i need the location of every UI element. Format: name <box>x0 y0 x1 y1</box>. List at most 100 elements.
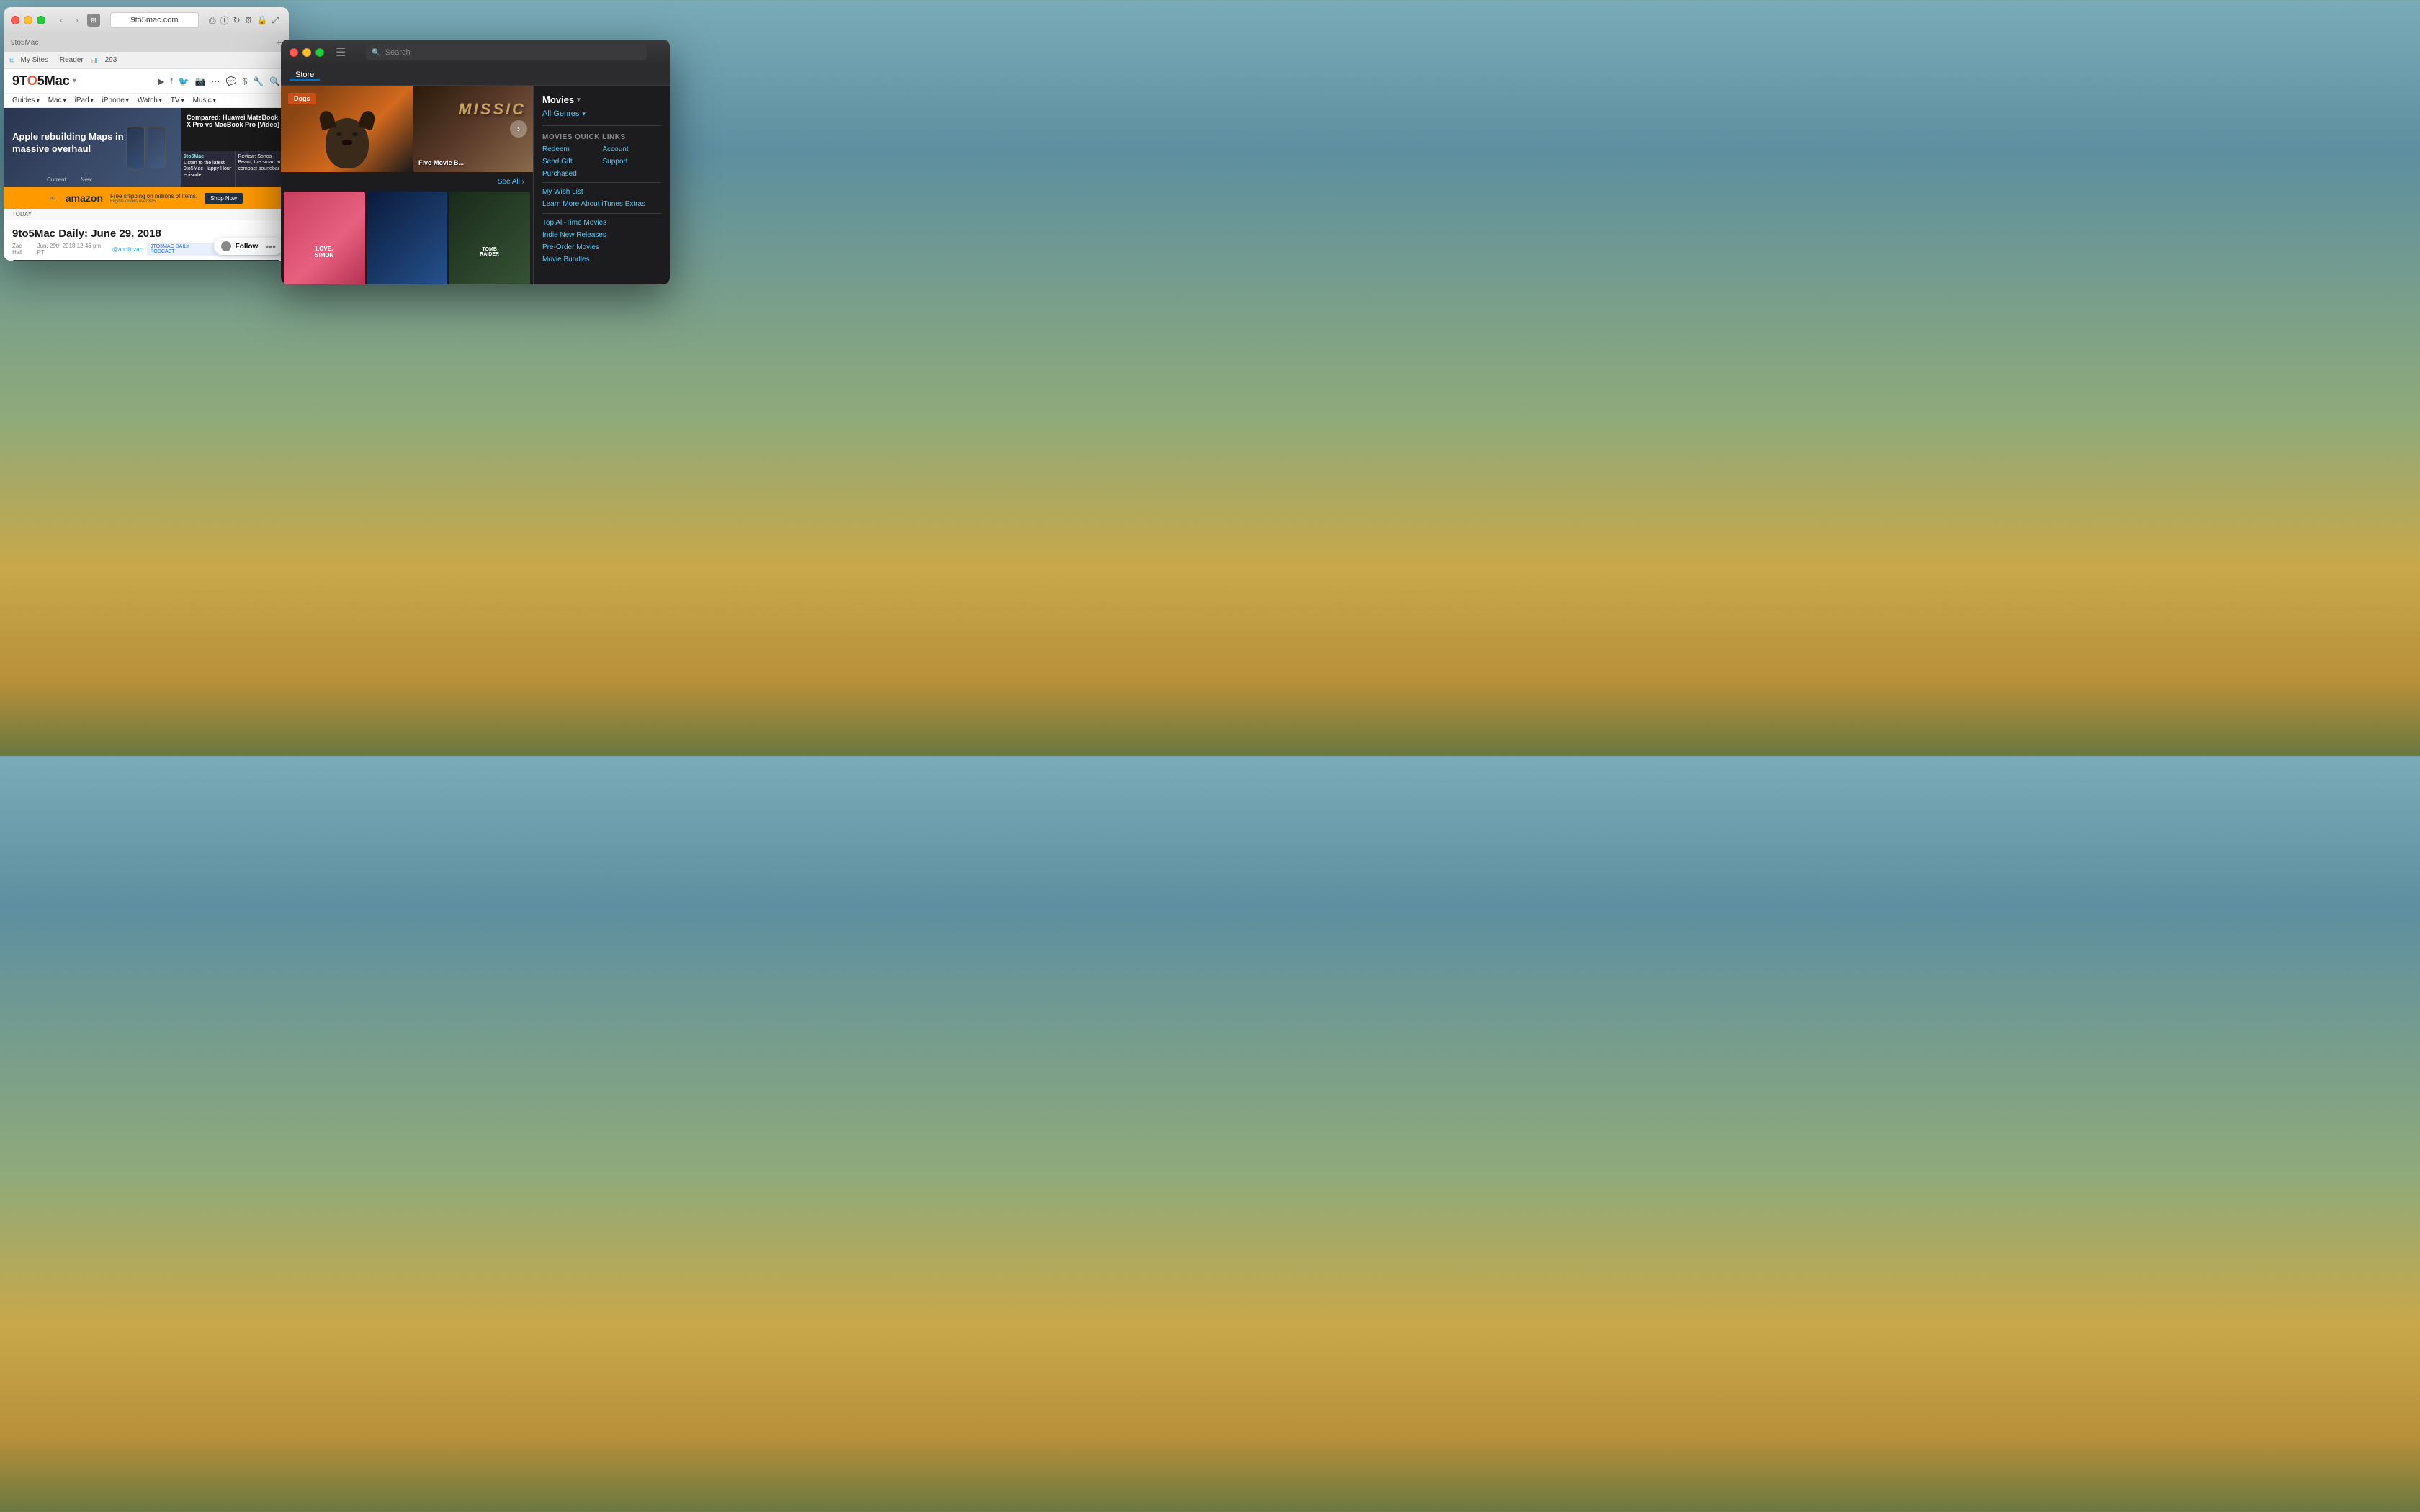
road-bg <box>12 260 280 261</box>
itunes-hero: Dogs <box>281 86 533 172</box>
settings-icon[interactable]: 🔧 <box>253 76 264 86</box>
lock-icon[interactable]: 🔒 <box>256 15 267 25</box>
nav-ipad-arrow: ▾ <box>91 97 94 104</box>
see-all-button[interactable]: See All › <box>492 175 530 189</box>
nav-watch[interactable]: Watch ▾ <box>138 96 162 104</box>
love-simon-thumbnail[interactable]: LOVE, SIMON Love, Simon <box>284 192 365 284</box>
site-header: 9TO5Mac ▾ ▶ f 🐦 📷 ⋯ 💬 $ 🔧 🔍 <box>4 69 289 94</box>
tomb-raider-thumbnail[interactable]: TOMB RAIDER Tomb Raider (2018) <box>449 192 530 284</box>
hero-right-title: Compared: Huawei MateBook X Pro vs MacBo… <box>187 114 283 128</box>
ad-main-text: Free shipping on millions of items. <box>110 193 197 199</box>
hero-small-articles: 9to5Mac Listen to the latest 9to5Mac Hap… <box>181 151 289 187</box>
tag-1[interactable]: 9TO5MAC DAILY PODCAST <box>147 243 218 256</box>
dogs-poster[interactable]: Dogs <box>281 86 413 172</box>
deals-icon[interactable]: $ <box>242 76 247 86</box>
nav-ipad[interactable]: iPad ▾ <box>75 96 94 104</box>
resize-icon[interactable]: ⤢ <box>272 15 279 26</box>
ad-label: ad <box>50 196 55 201</box>
facebook-icon[interactable]: f <box>170 76 172 86</box>
nav-music-arrow: ▾ <box>213 97 216 104</box>
nav-tv-label: TV <box>171 96 180 104</box>
pacific-rim-thumbnail[interactable]: PACIFIC RIM UPRISING Pacific Rim: Uprisi… <box>367 192 448 284</box>
itunes-sidebar: Movies ▾ All Genres ▾ MOVIES QUICK LINKS… <box>533 86 670 284</box>
browser-window: ‹ › ⊞ 9to5mac.com ⎙ ⓘ ↻ ⚙ 🔒 ⤢ 9to5Mac + <box>4 7 289 261</box>
author-name: Zac Hall <box>12 243 33 256</box>
itunes-traffic-lights <box>290 48 324 57</box>
search-magnifier-icon: 🔍 <box>372 49 380 57</box>
dogs-badge: Dogs <box>288 93 316 104</box>
reader-mode-icon[interactable]: ⊞ <box>87 14 100 27</box>
nav-iphone[interactable]: iPhone ▾ <box>102 96 129 104</box>
store-tab[interactable]: Store <box>290 71 320 81</box>
address-bar[interactable]: 9to5mac.com <box>110 12 199 28</box>
maximize-button[interactable] <box>37 16 45 24</box>
logo-dropdown-icon[interactable]: ▾ <box>73 77 76 85</box>
nav-tv[interactable]: TV ▾ <box>171 96 184 104</box>
tomb-raider-text: TOMB RAIDER <box>480 247 499 257</box>
quick-link-redeem[interactable]: Redeem <box>542 144 601 155</box>
extensions-icon[interactable]: ⚙ <box>245 15 253 25</box>
pre-order-movies-link[interactable]: Pre-Order Movies <box>534 241 670 253</box>
more-icon[interactable]: ⋯ <box>211 76 220 86</box>
hero-next-button[interactable]: › <box>510 120 527 138</box>
instagram-icon[interactable]: 📷 <box>195 76 206 86</box>
desktop: ‹ › ⊞ 9to5mac.com ⎙ ⓘ ↻ ⚙ 🔒 ⤢ 9to5Mac + <box>0 0 1210 756</box>
all-genres-arrow: ▾ <box>582 110 586 118</box>
url-text: 9to5mac.com <box>130 16 178 24</box>
forward-button[interactable]: › <box>71 14 83 26</box>
follow-avatar-icon <box>221 241 231 251</box>
reader-label[interactable]: Reader <box>60 56 84 64</box>
nav-watch-arrow: ▾ <box>159 97 162 104</box>
small-1-title: Listen to the latest 9to5Mac Happy Hour … <box>184 161 232 179</box>
all-genres-button[interactable]: All Genres ▾ <box>534 108 670 122</box>
itunes-menu-icon[interactable]: ☰ <box>336 45 346 60</box>
movie-bundles-link[interactable]: Movie Bundles <box>534 253 670 266</box>
chat-icon[interactable]: 💬 <box>225 76 236 86</box>
nav-music[interactable]: Music ▾ <box>193 96 216 104</box>
reload-icon[interactable]: ↻ <box>233 15 241 25</box>
top-all-time-link[interactable]: Top All-Time Movies <box>534 217 670 229</box>
mission-poster[interactable]: MISSIC Five-Movie B... › <box>413 86 533 172</box>
follow-button[interactable]: Follow <box>236 243 259 251</box>
itunes-search-box[interactable]: 🔍 Search <box>366 45 647 60</box>
follower-count: 📊 <box>91 57 98 63</box>
search-icon-site[interactable]: 🔍 <box>269 76 280 86</box>
ad-text-area: Free shipping on millions of items. Elig… <box>110 193 197 204</box>
nav-mac[interactable]: Mac ▾ <box>48 96 66 104</box>
quick-link-support[interactable]: Support <box>603 156 662 167</box>
quick-link-send-gift[interactable]: Send Gift <box>542 156 601 167</box>
more-options-button[interactable]: ••• <box>265 240 276 252</box>
itunes-maximize-button[interactable] <box>315 48 324 57</box>
small-1-label: 9to5Mac <box>184 154 232 159</box>
all-genres-label: All Genres <box>542 109 579 118</box>
shop-now-button[interactable]: Shop Now <box>205 193 243 204</box>
itunes-store-nav: Store <box>281 66 670 86</box>
my-sites-label[interactable]: My Sites <box>21 56 48 64</box>
see-all-arrow: › <box>522 178 524 186</box>
browser-nav: ‹ › <box>55 14 83 26</box>
close-button[interactable] <box>11 16 19 24</box>
share-icon[interactable]: ⎙ <box>209 15 216 26</box>
my-wish-list-link[interactable]: My Wish List <box>534 186 670 198</box>
youtube-icon[interactable]: ▶ <box>158 76 164 86</box>
twitter-icon[interactable]: 🐦 <box>179 76 189 86</box>
info-icon[interactable]: ⓘ <box>220 14 229 27</box>
learn-more-itunes-link[interactable]: Learn More About iTunes Extras <box>534 198 670 210</box>
small-2-title: Review: Sonos Beam, the smart and compac… <box>238 154 287 172</box>
quick-link-account[interactable]: Account <box>603 144 662 155</box>
hero-section: Apple rebuilding Maps in massive overhau… <box>4 108 289 187</box>
itunes-close-button[interactable] <box>290 48 298 57</box>
itunes-minimize-button[interactable] <box>302 48 311 57</box>
nav-guides[interactable]: Guides ▾ <box>12 96 40 104</box>
itunes-content: Dogs <box>281 86 670 284</box>
minimize-button[interactable] <box>24 16 32 24</box>
five-movie-label: Five-Movie B... <box>418 159 464 166</box>
sidebar-divider-1 <box>542 125 661 126</box>
hero-title: Apple rebuilding Maps in massive overhau… <box>12 131 127 156</box>
nav-mac-arrow: ▾ <box>63 97 66 104</box>
bookmarks-icons: ⊞ My Sites <box>9 56 48 64</box>
quick-link-purchased[interactable]: Purchased <box>542 168 601 179</box>
site-header-icons: ▶ f 🐦 📷 ⋯ 💬 $ 🔧 🔍 <box>158 76 280 86</box>
back-button[interactable]: ‹ <box>55 14 67 26</box>
indie-new-releases-link[interactable]: Indie New Releases <box>534 229 670 241</box>
